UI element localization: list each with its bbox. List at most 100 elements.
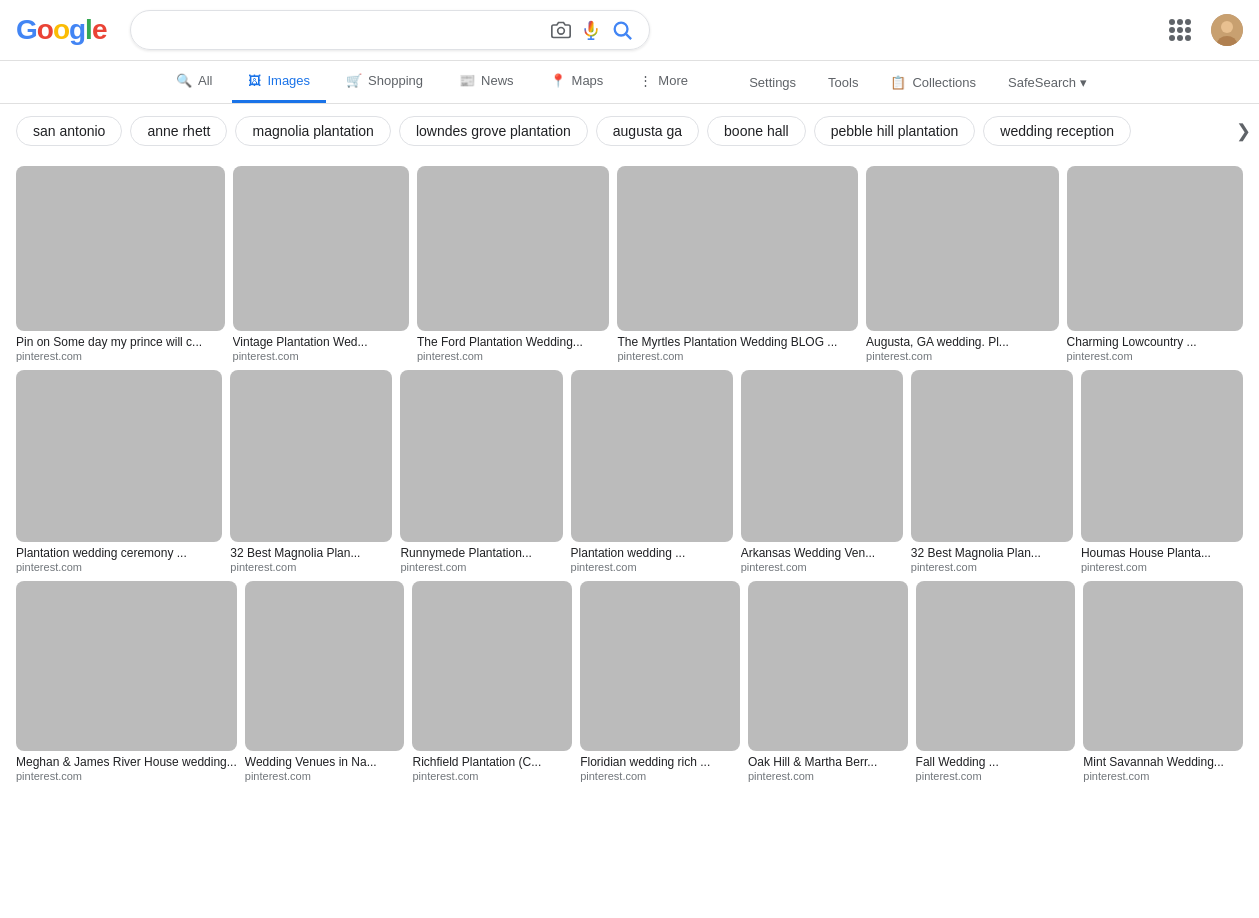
image-label: The Ford Plantation Wedding... <box>417 335 609 349</box>
svg-point-6 <box>1221 21 1233 33</box>
chip-magnolia-plantation[interactable]: magnolia plantation <box>235 116 390 146</box>
image-label: Runnymede Plantation... <box>400 546 562 560</box>
chip-pebble-hill[interactable]: pebble hill plantation <box>814 116 976 146</box>
image-label: 32 Best Magnolia Plan... <box>911 546 1073 560</box>
image-source: pinterest.com <box>748 770 908 782</box>
image-thumb <box>16 581 237 751</box>
image-source: pinterest.com <box>245 770 405 782</box>
image-thumb <box>748 581 908 751</box>
image-card[interactable]: The Myrtles Plantation Wedding BLOG ... … <box>617 166 858 362</box>
image-source: pinterest.com <box>230 561 392 573</box>
image-label: Floridian wedding rich ... <box>580 755 740 769</box>
image-card[interactable]: Plantation wedding ceremony ... pinteres… <box>16 370 222 573</box>
image-label: Plantation wedding ... <box>571 546 733 560</box>
tab-all[interactable]: 🔍 All <box>160 61 228 103</box>
image-label: Vintage Plantation Wed... <box>233 335 409 349</box>
chip-lowndes-grove[interactable]: lowndes grove plantation <box>399 116 588 146</box>
image-card[interactable]: Mint Savannah Wedding... pinterest.com <box>1083 581 1243 782</box>
search-button[interactable] <box>611 19 633 41</box>
image-card[interactable]: Runnymede Plantation... pinterest.com <box>400 370 562 573</box>
tab-more[interactable]: ⋮ More <box>623 61 704 103</box>
chip-augusta-ga[interactable]: augusta ga <box>596 116 699 146</box>
tab-news-label: News <box>481 73 514 88</box>
image-label: Houmas House Planta... <box>1081 546 1243 560</box>
image-card[interactable]: Charming Lowcountry ... pinterest.com <box>1067 166 1243 362</box>
tab-images[interactable]: 🖼 Images <box>232 61 326 103</box>
chips-next-arrow[interactable]: ❯ <box>1204 108 1259 154</box>
image-thumb <box>741 370 903 542</box>
image-card[interactable]: Plantation wedding ... pinterest.com <box>571 370 733 573</box>
image-source: pinterest.com <box>1067 350 1243 362</box>
image-card[interactable]: Floridian wedding rich ... pinterest.com <box>580 581 740 782</box>
image-label: 32 Best Magnolia Plan... <box>230 546 392 560</box>
tab-news[interactable]: 📰 News <box>443 61 530 103</box>
image-card[interactable]: 32 Best Magnolia Plan... pinterest.com <box>230 370 392 573</box>
shopping-icon: 🛒 <box>346 73 362 88</box>
svg-line-4 <box>627 34 632 39</box>
image-source: pinterest.com <box>1083 770 1243 782</box>
news-icon: 📰 <box>459 73 475 88</box>
image-card[interactable]: Houmas House Planta... pinterest.com <box>1081 370 1243 573</box>
image-label: Richfield Plantation (C... <box>412 755 572 769</box>
image-row-1: Pin on Some day my prince will c... pint… <box>16 166 1243 362</box>
image-card[interactable]: Richfield Plantation (C... pinterest.com <box>412 581 572 782</box>
chip-wedding-reception[interactable]: wedding reception <box>983 116 1131 146</box>
image-thumb <box>571 370 733 542</box>
image-label: Pin on Some day my prince will c... <box>16 335 225 349</box>
search-bar[interactable]: plantation wedding site:pinterest.com <box>130 10 650 50</box>
image-card[interactable]: Vintage Plantation Wed... pinterest.com <box>233 166 409 362</box>
collections-button[interactable]: 📋 Collections <box>878 67 988 98</box>
image-source: pinterest.com <box>571 561 733 573</box>
image-card[interactable]: 32 Best Magnolia Plan... pinterest.com <box>911 370 1073 573</box>
maps-icon: 📍 <box>550 73 566 88</box>
tab-more-label: More <box>658 73 688 88</box>
chip-san-antonio[interactable]: san antonio <box>16 116 122 146</box>
safesearch-button[interactable]: SafeSearch ▾ <box>996 67 1099 98</box>
header-right <box>1165 14 1243 46</box>
mic-button[interactable] <box>581 20 601 40</box>
tab-maps[interactable]: 📍 Maps <box>534 61 620 103</box>
image-label: Plantation wedding ceremony ... <box>16 546 222 560</box>
tools-button[interactable]: Tools <box>816 67 870 98</box>
settings-button[interactable]: Settings <box>737 67 808 98</box>
image-grid: Pin on Some day my prince will c... pint… <box>0 158 1259 798</box>
image-source: pinterest.com <box>580 770 740 782</box>
tab-maps-label: Maps <box>572 73 604 88</box>
image-source: pinterest.com <box>741 561 903 573</box>
filter-chips: san antonio anne rhett magnolia plantati… <box>0 104 1259 158</box>
image-card[interactable]: Wedding Venues in Na... pinterest.com <box>245 581 405 782</box>
image-thumb <box>1081 370 1243 542</box>
image-label: Arkansas Wedding Ven... <box>741 546 903 560</box>
camera-search-button[interactable] <box>551 20 571 40</box>
tab-shopping[interactable]: 🛒 Shopping <box>330 61 439 103</box>
image-card[interactable]: Fall Wedding ... pinterest.com <box>916 581 1076 782</box>
image-source: pinterest.com <box>1081 561 1243 573</box>
chip-boone-hall[interactable]: boone hall <box>707 116 806 146</box>
image-source: pinterest.com <box>617 350 858 362</box>
apps-icon[interactable] <box>1165 15 1195 45</box>
tab-all-label: All <box>198 73 212 88</box>
image-thumb <box>1083 581 1243 751</box>
svg-point-3 <box>615 23 628 36</box>
image-label: Fall Wedding ... <box>916 755 1076 769</box>
image-thumb <box>233 166 409 331</box>
google-logo: Google <box>16 14 106 46</box>
image-card[interactable]: Meghan & James River House wedding... pi… <box>16 581 237 782</box>
search-input[interactable]: plantation wedding site:pinterest.com <box>147 21 541 39</box>
image-thumb <box>16 166 225 331</box>
chip-anne-rhett[interactable]: anne rhett <box>130 116 227 146</box>
svg-point-0 <box>558 28 565 35</box>
image-source: pinterest.com <box>400 561 562 573</box>
image-thumb <box>412 581 572 751</box>
image-card[interactable]: Oak Hill & Martha Berr... pinterest.com <box>748 581 908 782</box>
image-label: Oak Hill & Martha Berr... <box>748 755 908 769</box>
avatar[interactable] <box>1211 14 1243 46</box>
image-label: Charming Lowcountry ... <box>1067 335 1243 349</box>
image-card[interactable]: Augusta, GA wedding. Pl... pinterest.com <box>866 166 1058 362</box>
image-card[interactable]: Arkansas Wedding Ven... pinterest.com <box>741 370 903 573</box>
image-source: pinterest.com <box>233 350 409 362</box>
image-label: Augusta, GA wedding. Pl... <box>866 335 1058 349</box>
more-icon: ⋮ <box>639 73 652 88</box>
image-card[interactable]: Pin on Some day my prince will c... pint… <box>16 166 225 362</box>
image-card[interactable]: The Ford Plantation Wedding... pinterest… <box>417 166 609 362</box>
